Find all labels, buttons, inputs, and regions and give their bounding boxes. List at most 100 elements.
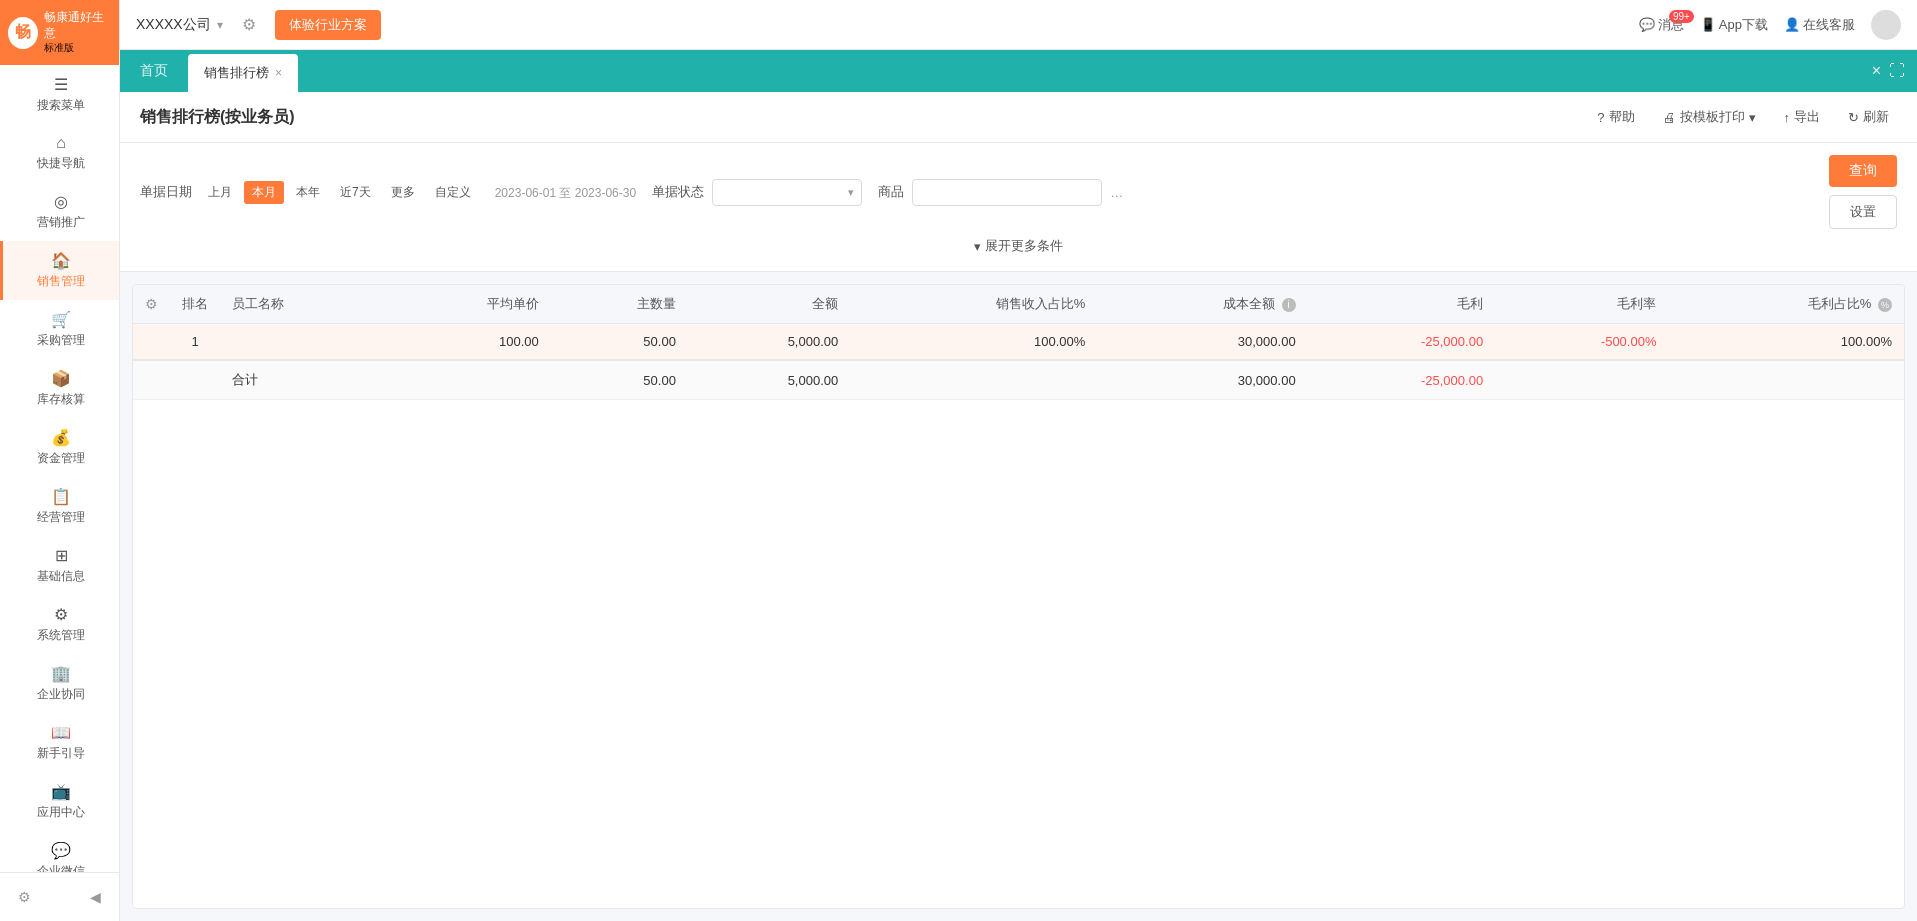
sidebar-item-marketing[interactable]: ◎ 营销推广	[0, 182, 119, 241]
row-cost: 30,000.00	[1097, 324, 1307, 361]
status-filter-label: 单据状态	[652, 183, 704, 201]
system-icon: ⚙	[54, 605, 68, 624]
footer-gross-pct	[1668, 360, 1904, 400]
row-sales-pct: 100.00%	[850, 324, 1097, 361]
date-tab-7days[interactable]: 近7天	[332, 181, 379, 204]
date-tab-current-month[interactable]: 本月	[244, 181, 284, 204]
table-wrapper: ⚙ 排名 员工名称 平均单价 主数量 全额 销售收入占比% 成本全额	[132, 284, 1905, 909]
sidebar-item-finance[interactable]: 💰 资金管理	[0, 418, 119, 477]
row-gross-pct: 100.00%	[1668, 324, 1904, 361]
goods-input[interactable]	[912, 179, 1102, 206]
status-select[interactable]	[712, 179, 862, 206]
sidebar: 畅 畅康通好生意 标准版 ☰ 搜索菜单 ⌂ 快捷导航 ◎ 营销推广 🏠 销售管理…	[0, 0, 120, 921]
col-gross-profit-header: 毛利	[1308, 285, 1496, 324]
purchase-icon: 🛒	[51, 310, 71, 329]
sidebar-item-system[interactable]: ⚙ 系统管理	[0, 595, 119, 654]
inventory-icon: 📦	[51, 369, 71, 388]
table-area: ⚙ 排名 员工名称 平均单价 主数量 全额 销售收入占比% 成本全额	[120, 272, 1917, 921]
trial-button[interactable]: 体验行业方案	[275, 10, 381, 40]
sidebar-item-inventory[interactable]: 📦 库存核算	[0, 359, 119, 418]
cost-info-icon[interactable]: i	[1282, 298, 1296, 312]
sidebar-logo: 畅 畅康通好生意 标准版	[0, 0, 119, 65]
tab-maximize-button[interactable]: ⛶	[1889, 62, 1905, 80]
expand-filters-button[interactable]: ▾ 展开更多条件	[962, 233, 1075, 259]
template-print-button[interactable]: 🖨 按模板打印 ▾	[1655, 104, 1764, 130]
online-service-button[interactable]: 👤 在线客服	[1784, 16, 1855, 34]
tabs-controls: × ⛶	[1860, 62, 1917, 80]
row-gross-rate: -500.00%	[1495, 324, 1668, 361]
sidebar-item-basics[interactable]: ⊞ 基础信息	[0, 536, 119, 595]
col-gross-rate-header: 毛利率	[1495, 285, 1668, 324]
footer-label: 合计	[220, 360, 385, 400]
topbar-right: 💬 消息 99+ 📱 App下载 👤 在线客服	[1639, 10, 1901, 40]
sidebar-item-sales[interactable]: 🏠 销售管理	[0, 241, 119, 300]
goods-filter: 商品 …	[878, 179, 1123, 206]
filter-settings-button[interactable]: 设置	[1829, 195, 1897, 229]
sidebar-item-operations[interactable]: 📋 经营管理	[0, 477, 119, 536]
filter-row-1: 单据日期 上月 本月 本年 近7天 更多 自定义 2023-06-01 至 20…	[140, 155, 1897, 229]
page-actions: ? 帮助 🖨 按模板打印 ▾ ↑ 导出 ↻ 刷新	[1589, 104, 1897, 130]
guide-icon: 📖	[51, 723, 71, 742]
date-tab-current-year[interactable]: 本年	[288, 181, 328, 204]
basics-icon: ⊞	[55, 546, 68, 565]
date-tab-more[interactable]: 更多	[383, 181, 423, 204]
sidebar-item-shortcut[interactable]: ⌂ 快捷导航	[0, 124, 119, 182]
sidebar-settings-button[interactable]: ⚙	[10, 883, 38, 911]
app-download-button[interactable]: 📱 App下载	[1700, 16, 1768, 34]
expand-icon: ▾	[974, 239, 981, 254]
sidebar-item-wechat[interactable]: 💬 企业微信	[0, 831, 119, 872]
enterprise-icon: 🏢	[51, 664, 71, 683]
date-tabs: 上月 本月 本年 近7天 更多 自定义	[200, 181, 479, 204]
home-icon: ⌂	[56, 134, 66, 152]
col-rank-header: 排名	[170, 285, 220, 324]
row-settings	[133, 324, 170, 361]
column-settings-icon[interactable]: ⚙	[145, 296, 158, 312]
tab-home[interactable]: 首页	[120, 52, 188, 90]
help-button[interactable]: ? 帮助	[1589, 104, 1642, 130]
sidebar-item-enterprise[interactable]: 🏢 企业协同	[0, 654, 119, 713]
col-avg-price-header: 平均单价	[385, 285, 550, 324]
message-button[interactable]: 💬 消息 99+	[1639, 16, 1684, 34]
filter-right-actions: 查询 设置	[1829, 155, 1897, 229]
search-menu-icon: ☰	[54, 75, 68, 94]
export-button[interactable]: ↑ 导出	[1776, 104, 1829, 130]
refresh-button[interactable]: ↻ 刷新	[1840, 104, 1897, 130]
sidebar-item-guide[interactable]: 📖 新手引导	[0, 713, 119, 772]
logo-text: 畅康通好生意 标准版	[44, 10, 111, 55]
gross-pct-info-icon[interactable]: %	[1878, 298, 1892, 312]
table-row: 1 100.00 50.00 5,000.00 100.00% 30,000.0…	[133, 324, 1904, 361]
tab-sales-ranking[interactable]: 销售排行榜 ×	[188, 54, 298, 92]
more-filters-indicator: …	[1110, 185, 1123, 200]
filter-area: 单据日期 上月 本月 本年 近7天 更多 自定义 2023-06-01 至 20…	[120, 143, 1917, 272]
sidebar-item-search[interactable]: ☰ 搜索菜单	[0, 65, 119, 124]
col-sales-pct-header: 销售收入占比%	[850, 285, 1097, 324]
row-rank: 1	[170, 324, 220, 361]
status-filter: 单据状态	[652, 179, 862, 206]
avatar[interactable]	[1871, 10, 1901, 40]
topbar-settings-button[interactable]: ⚙	[235, 11, 263, 39]
print-icon: 🖨	[1663, 110, 1676, 125]
date-filter: 单据日期 上月 本月 本年 近7天 更多 自定义	[140, 181, 479, 204]
sidebar-item-purchase[interactable]: 🛒 采购管理	[0, 300, 119, 359]
footer-avg-price	[385, 360, 550, 400]
sidebar-collapse-button[interactable]: ◀	[81, 883, 109, 911]
row-avg-price: 100.00	[385, 324, 550, 361]
date-tab-last-month[interactable]: 上月	[200, 181, 240, 204]
footer-gross-profit: -25,000.00	[1308, 360, 1496, 400]
query-button[interactable]: 查询	[1829, 155, 1897, 187]
tab-close-window-button[interactable]: ×	[1872, 62, 1881, 80]
appstore-icon: 📺	[51, 782, 71, 801]
table-body: 1 100.00 50.00 5,000.00 100.00% 30,000.0…	[133, 324, 1904, 361]
company-chevron-icon: ▾	[217, 18, 223, 32]
row-employee	[220, 324, 385, 361]
main-content: XXXXX公司 ▾ ⚙ 体验行业方案 💬 消息 99+ 📱 App下载 👤 在线…	[120, 0, 1917, 921]
tab-close-icon[interactable]: ×	[275, 66, 282, 80]
print-chevron-icon: ▾	[1749, 110, 1756, 125]
date-range-display: 2023-06-01 至 2023-06-30	[495, 183, 636, 202]
company-selector[interactable]: XXXXX公司 ▾	[136, 16, 223, 34]
footer-gross-rate	[1495, 360, 1668, 400]
date-tab-custom[interactable]: 自定义	[427, 181, 479, 204]
sidebar-item-appstore[interactable]: 📺 应用中心	[0, 772, 119, 831]
row-quantity: 50.00	[551, 324, 688, 361]
export-icon: ↑	[1784, 110, 1791, 125]
